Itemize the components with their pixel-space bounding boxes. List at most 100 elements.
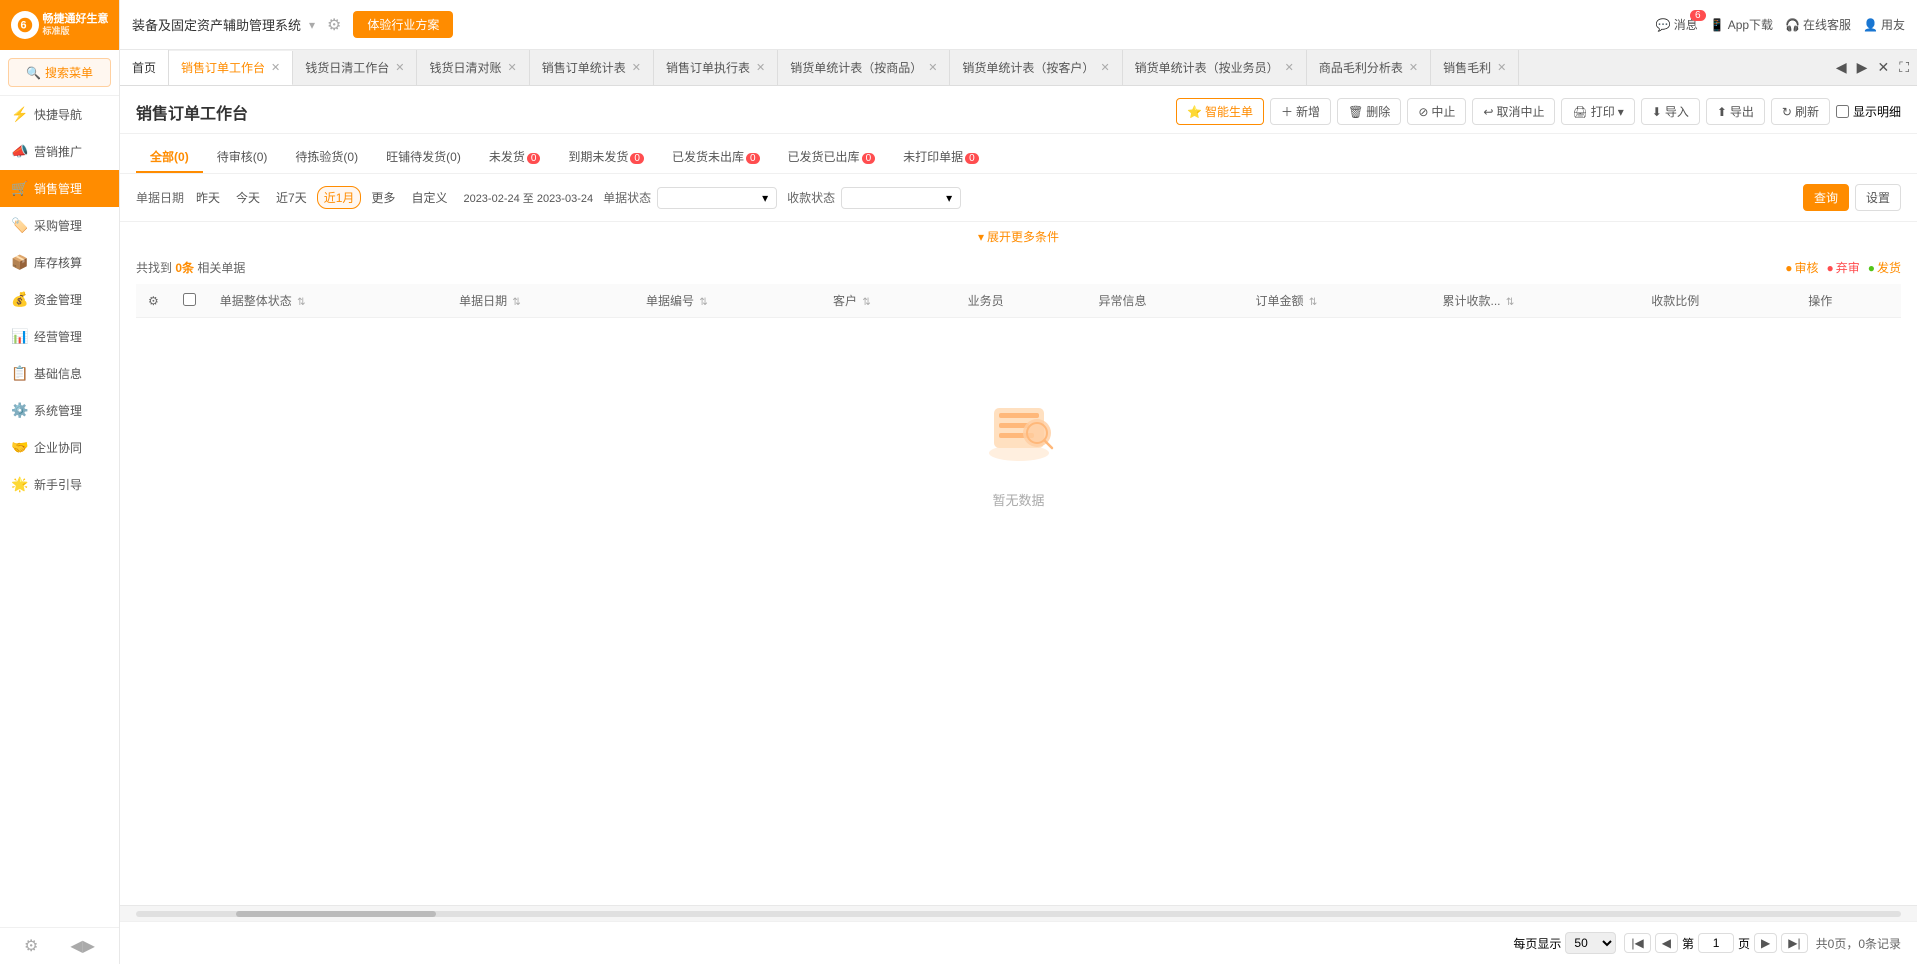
page-size-select[interactable]: 10 20 50 100 [1565,932,1616,954]
tab-sales-staff[interactable]: 销货单统计表（按业务员） ✕ [1123,50,1307,85]
delete-btn[interactable]: 🗑 删除 [1337,98,1401,125]
payment-select[interactable]: ▾ [841,187,961,209]
tab-margin[interactable]: 商品毛利分析表 ✕ [1307,50,1431,85]
exp-btn[interactable]: 体验行业方案 [353,11,453,38]
tab-order-exec-close-icon[interactable]: ✕ [756,61,765,74]
sort-status-icon[interactable]: ⇅ [297,297,305,308]
sort-accumulated-icon[interactable]: ⇅ [1506,297,1514,308]
sort-number-icon[interactable]: ⇅ [699,297,707,308]
subtab-delivered-out[interactable]: 已发货已出库0 [774,142,890,173]
sort-customer-icon[interactable]: ⇅ [862,297,870,308]
sidebar-item-inventory[interactable]: 📦 库存核算 [0,244,119,281]
scrollbar-thumb[interactable] [236,911,436,917]
date-option-custom[interactable]: 自定义 [405,187,453,208]
sidebar-item-guide[interactable]: 🌟 新手引导 [0,466,119,503]
tab-sales-staff-close-icon[interactable]: ✕ [1285,61,1294,74]
query-btn[interactable]: 查询 [1803,184,1849,211]
tab-cash-close-icon[interactable]: ✕ [395,61,404,74]
sidebar-item-quick-nav[interactable]: ⚡ 快捷导航 [0,96,119,133]
sort-date-icon[interactable]: ⇅ [512,297,520,308]
audit-action-btn[interactable]: ● 审核 [1785,259,1818,276]
sidebar-item-purchase[interactable]: 🏷️ 采购管理 [0,207,119,244]
sidebar-bottom: ⚙ ◀▶ [0,927,119,964]
tab-cash-daily[interactable]: 钱货日清工作台 ✕ [293,50,417,85]
stop-btn[interactable]: ⊘ 中止 [1407,98,1466,125]
prev-page-btn[interactable]: ◀ [1655,933,1678,953]
tab-margin-close-icon[interactable]: ✕ [1409,61,1418,74]
service-item[interactable]: 🎧 在线客服 [1785,16,1851,33]
tab-sales-close-icon[interactable]: ✕ [271,61,280,74]
tab-home[interactable]: 首页 [120,50,169,85]
date-option-1month[interactable]: 近1月 [317,186,362,209]
sidebar-item-sales[interactable]: 🛒 销售管理 [0,170,119,207]
last-page-btn[interactable]: ▶| [1781,933,1807,953]
expand-filter-btn[interactable]: ▾ 展开更多条件 [978,228,1059,245]
sidebar-item-finance[interactable]: 💰 资金管理 [0,281,119,318]
th-settings[interactable]: ⚙ [136,284,171,318]
tab-sales-customer[interactable]: 销货单统计表（按客户） ✕ [950,50,1122,85]
user-item[interactable]: 👤 用友 [1863,16,1905,33]
subtab-unprinted[interactable]: 未打印单据0 [889,142,993,173]
smart-create-btn[interactable]: ⭐ 智能生单 [1176,98,1264,125]
tab-sales-margin-close-icon[interactable]: ✕ [1497,61,1506,74]
tab-order-exec[interactable]: 销售订单执行表 ✕ [654,50,778,85]
tab-prev-btn[interactable]: ◀ [1832,57,1851,78]
import-btn[interactable]: ⬇ 导入 [1641,98,1700,125]
subtab-wangpu[interactable]: 旺铺待发货(0) [372,142,475,173]
subtab-pending-audit[interactable]: 待审核(0) [203,142,282,173]
sidebar-item-enterprise[interactable]: 🤝 企业协同 [0,429,119,466]
print-btn[interactable]: 🖨 打印 ▾ [1561,98,1634,125]
import-icon: ⬇ [1652,105,1662,119]
dropdown-arrow-icon[interactable]: ▾ [309,18,315,32]
sort-amount-icon[interactable]: ⇅ [1309,297,1317,308]
refresh-btn[interactable]: ↻ 刷新 [1771,98,1830,125]
status-select[interactable]: ▾ [657,187,777,209]
date-option-7days[interactable]: 近7天 [270,187,313,208]
app-download-item[interactable]: 📱 App下载 [1710,16,1773,33]
tab-reconcile[interactable]: 钱货日清对账 ✕ [417,50,529,85]
subtab-pending-check[interactable]: 待拣验货(0) [281,142,372,173]
subtab-all[interactable]: 全部(0) [136,142,203,173]
tab-order-stats[interactable]: 销售订单统计表 ✕ [530,50,654,85]
settings-btn[interactable]: 设置 [1855,184,1901,211]
export-btn[interactable]: ⬆ 导出 [1706,98,1765,125]
tab-reconcile-close-icon[interactable]: ✕ [508,61,517,74]
page-number-input[interactable] [1698,933,1734,953]
deliver-action-btn[interactable]: ● 发货 [1868,259,1901,276]
first-page-btn[interactable]: |◀ [1624,933,1650,953]
sidebar-item-marketing[interactable]: 📣 营销推广 [0,133,119,170]
tab-sales-customer-close-icon[interactable]: ✕ [1100,61,1109,74]
th-checkbox[interactable] [171,284,208,318]
tab-sales-workbench[interactable]: 销售订单工作台 ✕ [169,51,293,86]
sidebar-item-operation[interactable]: 📊 经营管理 [0,318,119,355]
date-option-yesterday[interactable]: 昨天 [190,187,226,208]
tab-close-all-btn[interactable]: ✕ [1873,57,1893,78]
subtab-delivered-not-out[interactable]: 已发货未出库0 [658,142,774,173]
cancel-stop-btn[interactable]: ↩ 取消中止 [1472,98,1555,125]
search-menu-button[interactable]: 🔍 搜索菜单 [8,58,111,87]
tab-order-stats-close-icon[interactable]: ✕ [632,61,641,74]
message-item[interactable]: 💬 消息 6 [1656,16,1698,33]
tab-sales-product[interactable]: 销货单统计表（按商品） ✕ [778,50,950,85]
settings-bottom-icon[interactable]: ⚙ [24,936,38,956]
add-btn[interactable]: ＋ 新增 [1270,98,1331,125]
next-page-btn[interactable]: ▶ [1754,933,1777,953]
sidebar-item-basic[interactable]: 📋 基础信息 [0,355,119,392]
date-option-today[interactable]: 今天 [230,187,266,208]
tab-sales-margin[interactable]: 销售毛利 ✕ [1431,50,1519,85]
delete-icon: 🗑 [1348,105,1363,119]
collapse-icon[interactable]: ◀▶ [70,936,95,956]
expand-down-icon: ▾ [978,230,984,244]
select-all-checkbox[interactable] [183,293,196,306]
sidebar-item-system[interactable]: ⚙️ 系统管理 [0,392,119,429]
date-option-more[interactable]: 更多 [365,187,401,208]
topbar-settings-icon[interactable]: ⚙ [327,15,341,35]
reject-action-btn[interactable]: ● 弃审 [1826,259,1859,276]
show-detail-checkbox[interactable] [1836,105,1849,118]
subtab-overdue[interactable]: 到期未发货0 [554,142,658,173]
tab-expand-btn[interactable]: ⛶ [1895,57,1913,78]
tab-next-btn[interactable]: ▶ [1853,57,1872,78]
subtab-undelivered[interactable]: 未发货0 [475,142,555,173]
tab-sales-product-close-icon[interactable]: ✕ [928,61,937,74]
show-detail-label[interactable]: 显示明细 [1836,103,1901,120]
